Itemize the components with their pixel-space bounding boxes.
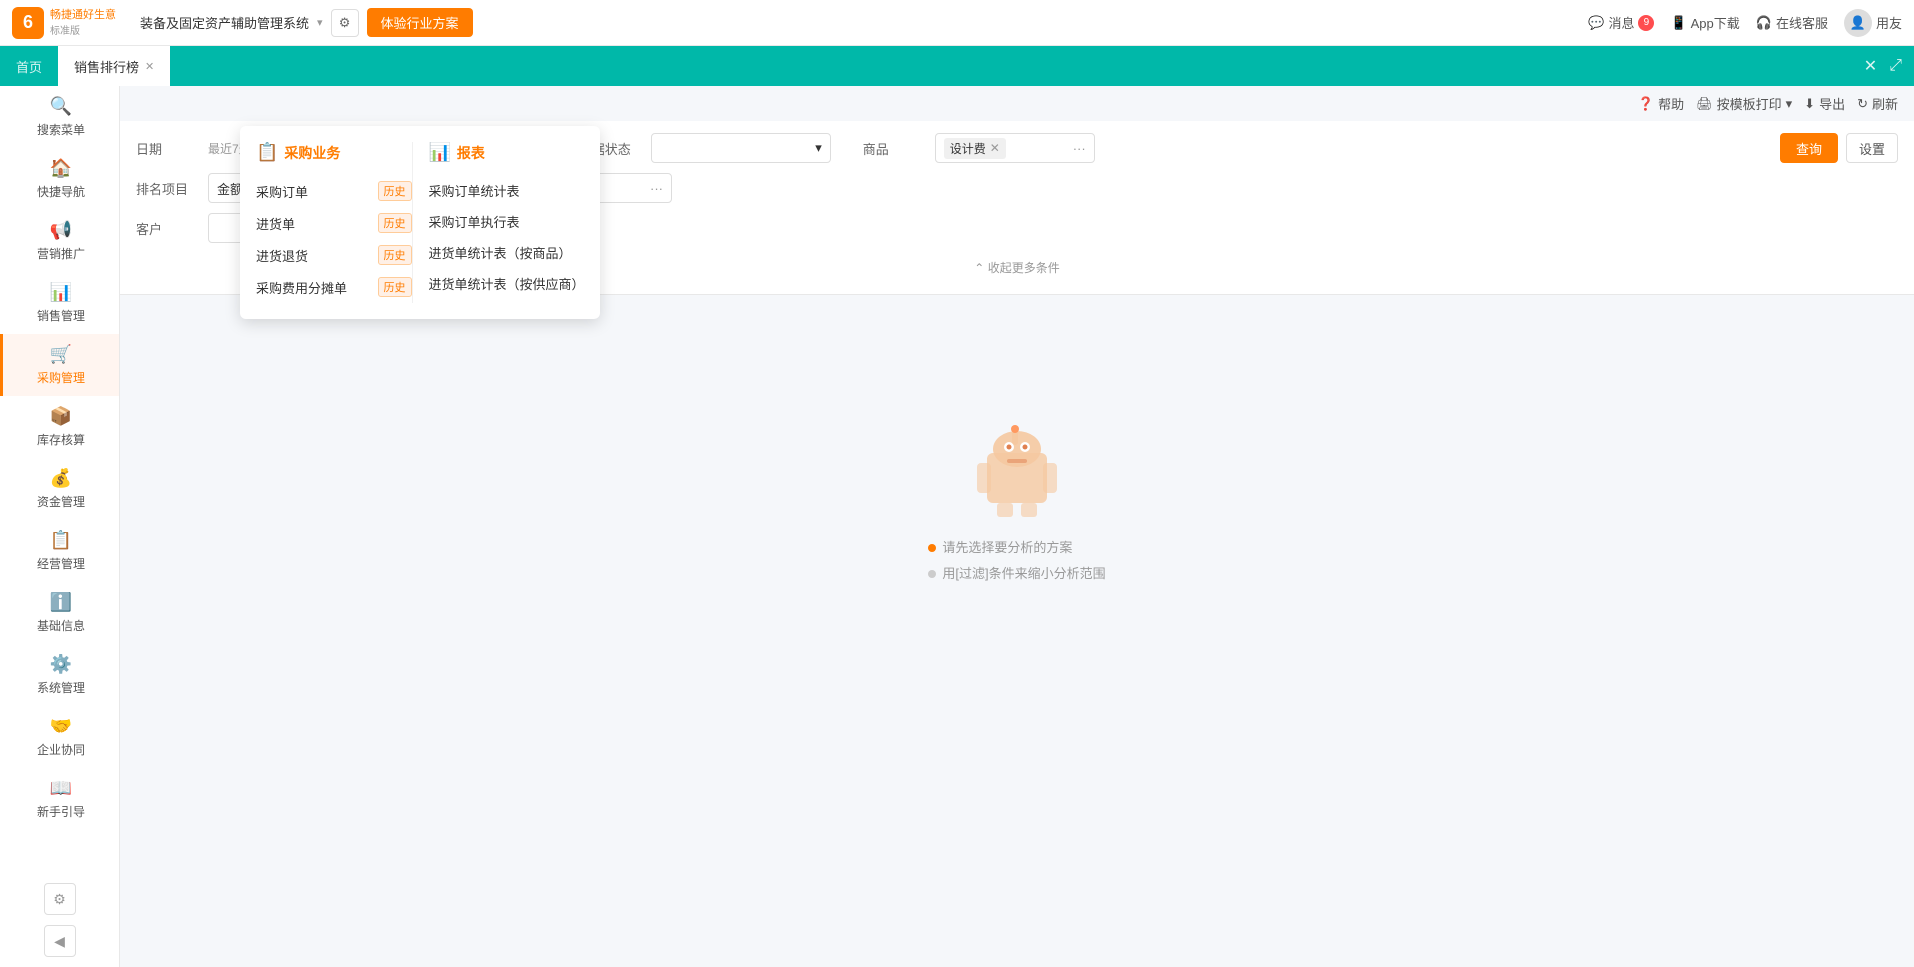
menu-col-report: 📊 报表 采购订单统计表 采购订单执行表 进货单统计表（按商品） 进货单统计表（… [412, 142, 585, 303]
report-icon: 📊 [429, 142, 451, 163]
menu-item-purchase-order[interactable]: 采购订单 历史 [256, 175, 412, 207]
history-tag-expense: 历史 [378, 277, 412, 297]
purchase-dropdown-menu: 📋 采购业务 采购订单 历史 进货单 历史 进货退货 历史 [240, 126, 600, 319]
menu-item-order-stats[interactable]: 采购订单统计表 [429, 175, 585, 206]
menu-col-purchase-biz-title: 📋 采购业务 [256, 142, 412, 163]
history-tag-purchase-order: 历史 [378, 181, 412, 201]
purchase-biz-icon: 📋 [256, 142, 278, 163]
menu-item-inbound-stats-supplier[interactable]: 进货单统计表（按供应商） [429, 268, 585, 299]
history-tag-inbound: 历史 [378, 213, 412, 233]
menu-item-return[interactable]: 进货退货 历史 [256, 239, 412, 271]
menu-item-inbound-stats-goods[interactable]: 进货单统计表（按商品） [429, 237, 585, 268]
menu-item-inbound[interactable]: 进货单 历史 [256, 207, 412, 239]
main-layout: 🔍 搜索菜单 🏠 快捷导航 📢 营销推广 📊 销售管理 🛒 采购管理 📦 库存核… [0, 86, 1914, 967]
history-tag-return: 历史 [378, 245, 412, 265]
menu-col-purchase-biz: 📋 采购业务 采购订单 历史 进货单 历史 进货退货 历史 [256, 142, 412, 303]
menu-item-order-exec[interactable]: 采购订单执行表 [429, 206, 585, 237]
content-area: ❓ 帮助 🖨 按模板打印 ▾ ⬇ 导出 ↻ 刷新 日期 最近7天 更多 [120, 86, 1914, 967]
menu-item-expense[interactable]: 采购费用分摊单 历史 [256, 271, 412, 303]
menu-columns: 📋 采购业务 采购订单 历史 进货单 历史 进货退货 历史 [256, 142, 584, 303]
menu-col-report-title: 📊 报表 [429, 142, 585, 163]
